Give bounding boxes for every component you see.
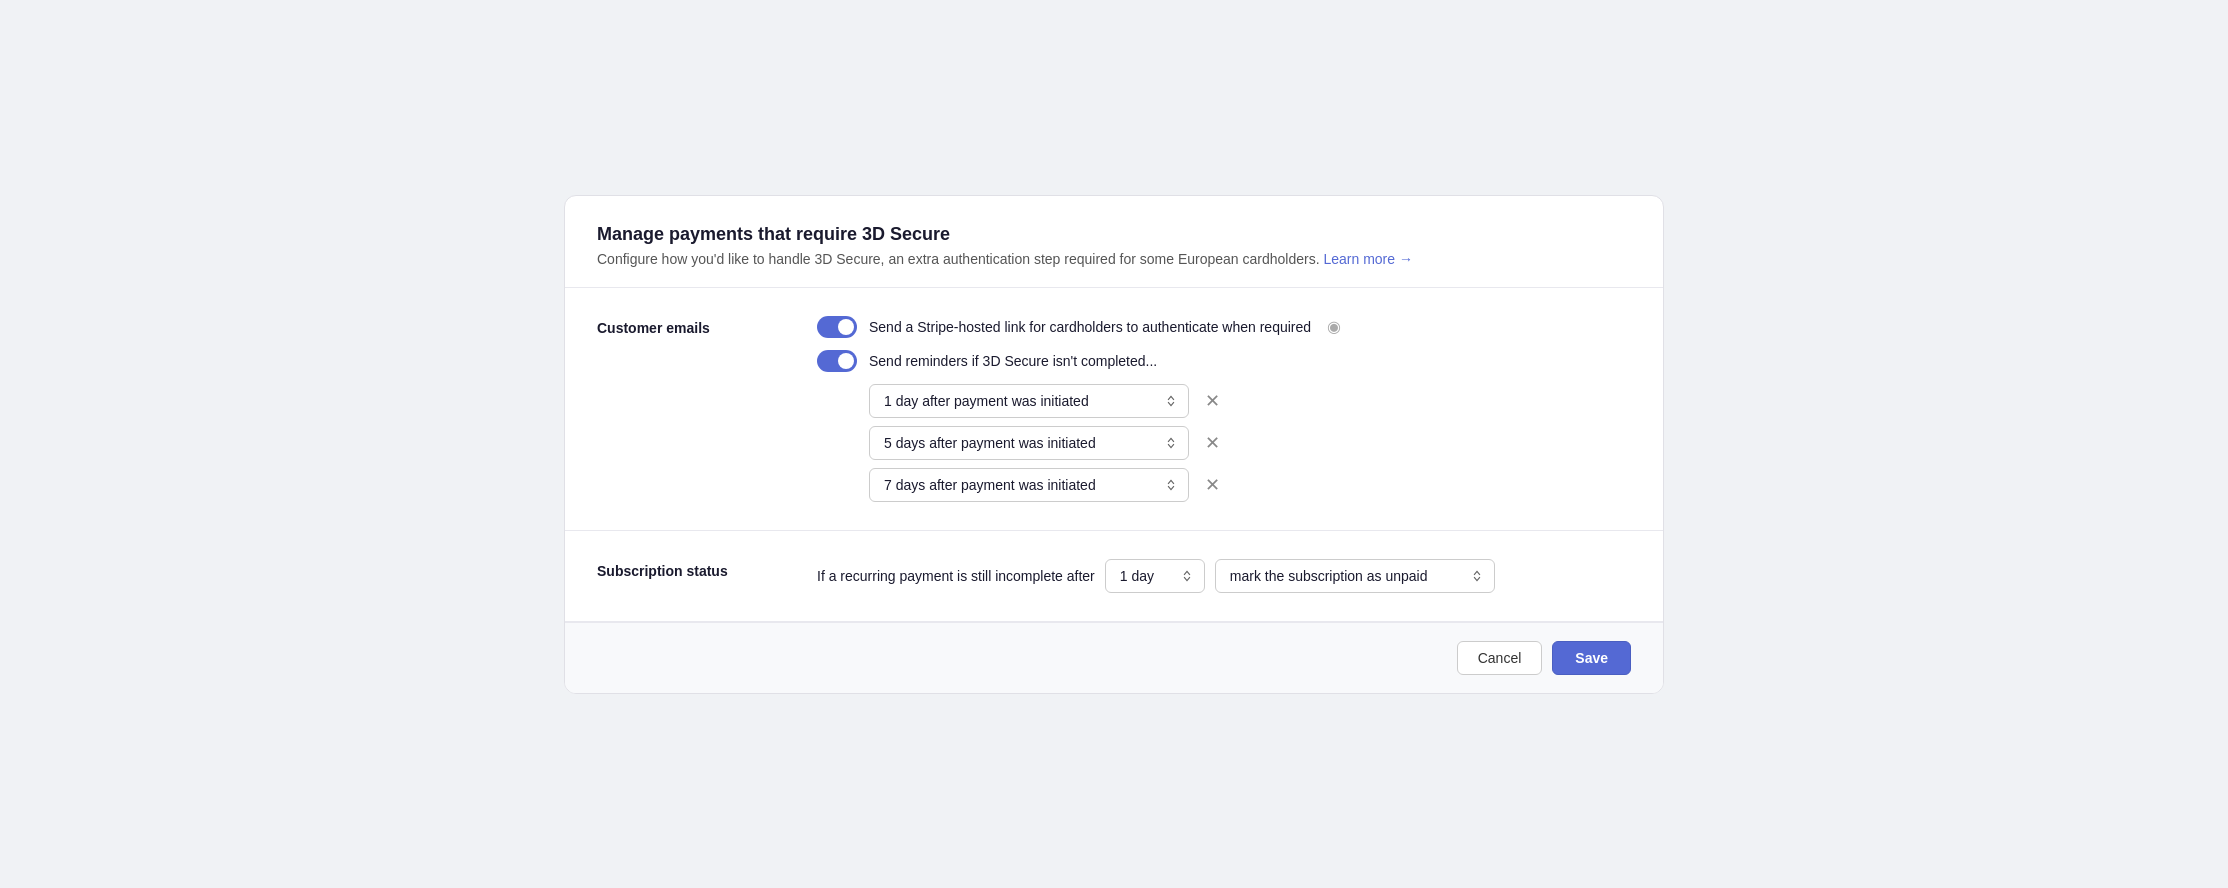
duration-select[interactable]: 1 day 2 days 3 days 5 days 7 days: [1105, 559, 1205, 593]
customer-emails-content: Send a Stripe-hosted link for cardholder…: [817, 316, 1631, 502]
subscription-status-content: If a recurring payment is still incomple…: [817, 559, 1631, 593]
learn-more-link[interactable]: Learn more →: [1323, 251, 1412, 267]
subscription-status-row: Subscription status If a recurring payme…: [597, 559, 1631, 593]
page-subtitle: Configure how you'd like to handle 3D Se…: [597, 251, 1631, 267]
subscription-prefix-text: If a recurring payment is still incomple…: [817, 568, 1095, 584]
reminder-row-3: 1 day after payment was initiated 2 days…: [869, 468, 1631, 502]
reminder-select-1[interactable]: 1 day after payment was initiated 2 days…: [869, 384, 1189, 418]
subscription-options-row: If a recurring payment is still incomple…: [817, 559, 1631, 593]
reminder-select-3[interactable]: 1 day after payment was initiated 2 days…: [869, 468, 1189, 502]
action-select[interactable]: mark the subscription as unpaid cancel t…: [1215, 559, 1495, 593]
cancel-button[interactable]: Cancel: [1457, 641, 1543, 675]
customer-emails-row: Customer emails Send a Stripe-hosted lin…: [597, 316, 1631, 502]
page-title: Manage payments that require 3D Secure: [597, 224, 1631, 245]
customer-emails-section: Customer emails Send a Stripe-hosted lin…: [565, 288, 1663, 531]
reminder-select-2[interactable]: 1 day after payment was initiated 2 days…: [869, 426, 1189, 460]
reminder-row-2: 1 day after payment was initiated 2 days…: [869, 426, 1631, 460]
toggle2-slider: [817, 350, 857, 372]
customer-emails-label: Customer emails: [597, 316, 777, 336]
subscription-status-label: Subscription status: [597, 559, 777, 579]
main-card: Manage payments that require 3D Secure C…: [564, 195, 1664, 694]
toggle1-switch[interactable]: [817, 316, 857, 338]
reminder-remove-3[interactable]: ✕: [1199, 474, 1226, 496]
card-header: Manage payments that require 3D Secure C…: [565, 196, 1663, 288]
subscription-status-section: Subscription status If a recurring payme…: [565, 531, 1663, 622]
reminder-row-1: 1 day after payment was initiated 2 days…: [869, 384, 1631, 418]
reminder-remove-2[interactable]: ✕: [1199, 432, 1226, 454]
toggle2-row: Send reminders if 3D Secure isn't comple…: [817, 350, 1631, 372]
reminder-remove-1[interactable]: ✕: [1199, 390, 1226, 412]
reminders-container: 1 day after payment was initiated 2 days…: [869, 384, 1631, 502]
toggle1-slider: [817, 316, 857, 338]
save-button[interactable]: Save: [1552, 641, 1631, 675]
toggle1-label: Send a Stripe-hosted link for cardholder…: [869, 319, 1311, 335]
toggle2-label: Send reminders if 3D Secure isn't comple…: [869, 353, 1157, 369]
card-footer: Cancel Save: [565, 622, 1663, 693]
toggle1-row: Send a Stripe-hosted link for cardholder…: [817, 316, 1631, 338]
visibility-icon[interactable]: ◉: [1327, 317, 1341, 336]
toggle2-switch[interactable]: [817, 350, 857, 372]
